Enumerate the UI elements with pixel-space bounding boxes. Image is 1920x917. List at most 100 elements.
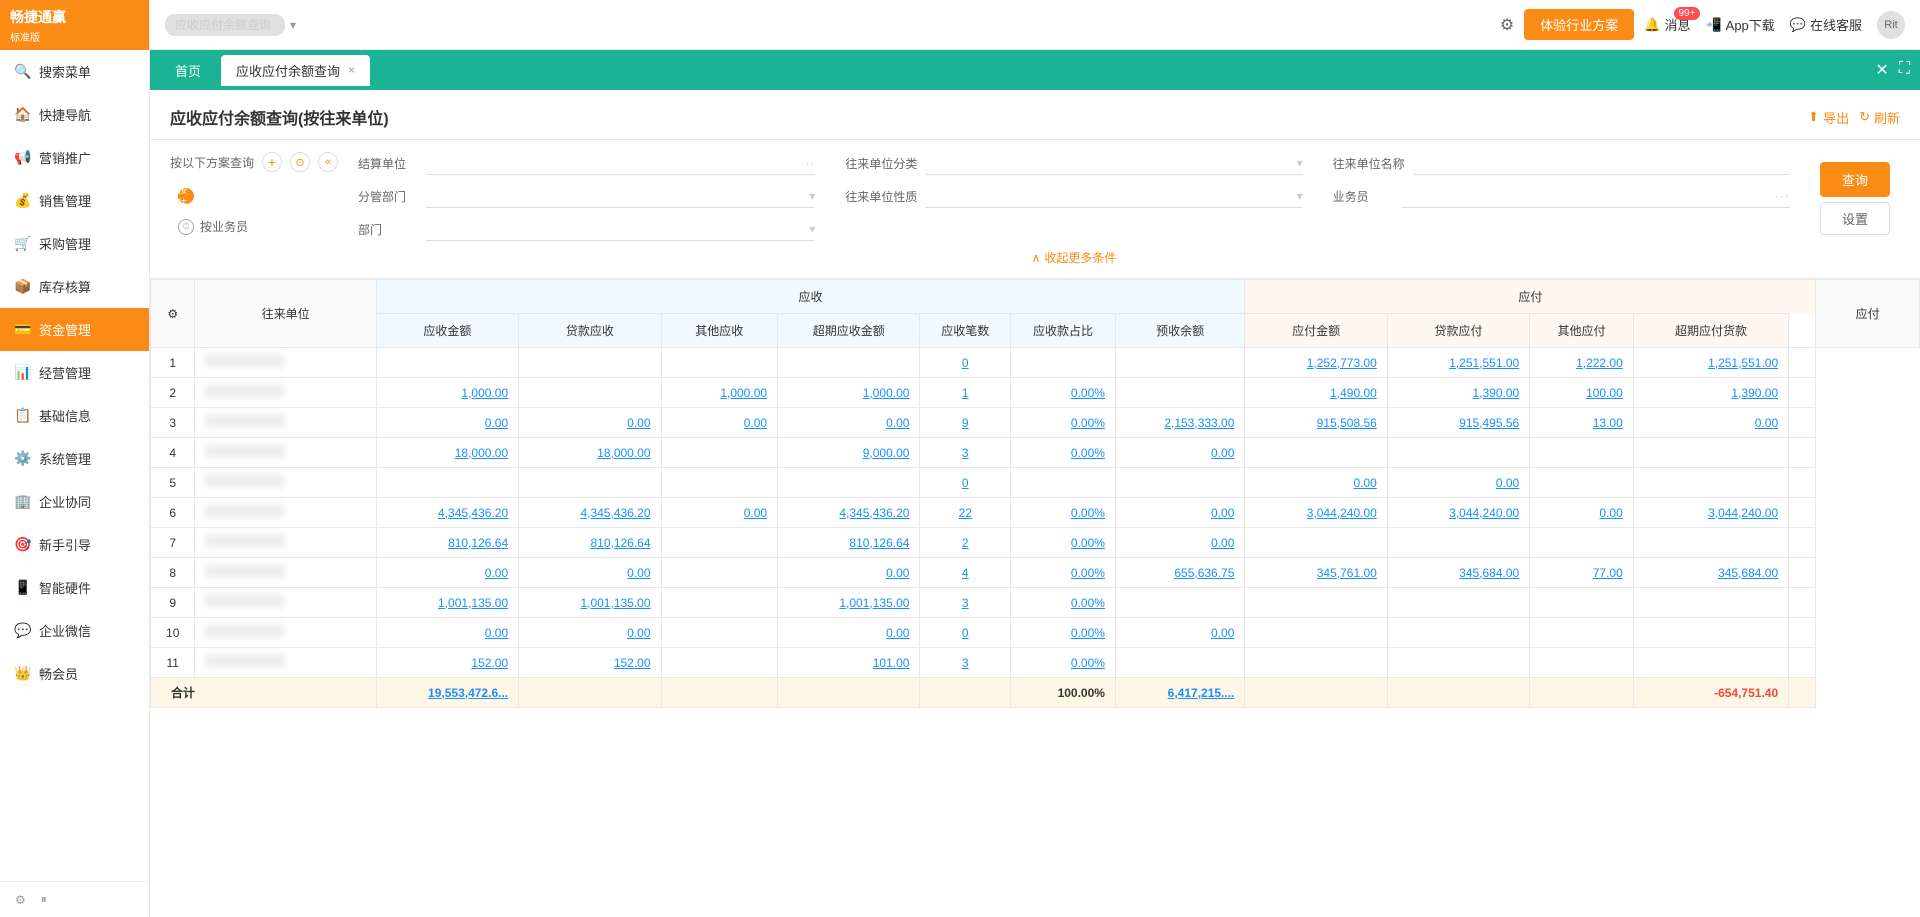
partner-nature-arrow: ▾ [1297,189,1303,203]
cell-ap_other [1530,438,1634,468]
enterprise-wx-icon: 💬 [15,623,31,639]
th-ap-amount: 应付金额 [1245,314,1387,348]
close-window-icon[interactable]: ✕ [1875,60,1888,80]
export-button[interactable]: ⬆ 导出 [1808,108,1849,127]
sidebar-item-enterprise[interactable]: 🏢 企业协同 [0,480,149,523]
pause-icon[interactable]: ⏸ [41,892,47,907]
partner-name-cell [195,618,376,648]
tab-close-icon[interactable]: × [348,63,355,77]
th-group-ar: 应收 [376,280,1245,314]
row-number: 7 [151,528,195,558]
partner-name-cell [195,378,376,408]
partner-name-cell [195,408,376,438]
cell-ar_ratio: 0.00% [1011,528,1116,558]
topbar-settings-icon[interactable]: ⚙ [1500,15,1514,35]
settings-button[interactable]: 设置 [1820,202,1890,235]
filter-settings-button[interactable]: ⊙ [290,152,310,172]
cell-ap_loan: 0.00 [1387,468,1529,498]
main-area: 应收应付余额查询 ▾ ⚙ 体验行业方案 🔔 消息 99+ 📲 App下载 💬 在… [150,0,1920,917]
sidebar-item-finance[interactable]: 💳 资金管理 [0,308,149,351]
settings-gear-icon[interactable]: ⚙ [15,893,26,907]
online-service-button[interactable]: 💬 在线客服 [1790,15,1862,34]
partner-name-input[interactable] [1413,152,1790,175]
query-button[interactable]: 查询 [1820,162,1890,197]
cell-ar_other [661,558,778,588]
cell-ar_amount [376,348,518,378]
inventory-icon: 📦 [15,279,31,295]
cell-ap_amount [1245,648,1387,678]
expand-window-icon[interactable]: ⛶ [1899,60,1910,80]
sidebar-item-search-menu[interactable]: 🔍 搜索菜单 [0,50,149,93]
filter-add-button[interactable]: + [262,152,282,172]
settlement-unit-label: 结算单位 [358,155,418,172]
system-icon: ⚙️ [15,451,31,467]
cell-ap_overdue [1633,438,1788,468]
filter-partner-name: 往来单位名称 [1333,152,1790,175]
cell-ap_other: 13.00 [1530,408,1634,438]
sidebar-item-inventory[interactable]: 📦 库存核算 [0,265,149,308]
tab-ar-ap-query[interactable]: 应收应付余额查询 × [221,55,370,86]
cell-ar_overdue: 4,345,436.20 [778,498,920,528]
sidebar-item-label: 新手引导 [39,535,91,554]
cell-ar_ratio [1011,468,1116,498]
promo-button[interactable]: 体验行业方案 [1524,9,1634,40]
collapse-filter-button[interactable]: ∧ 收起更多条件 [358,249,1790,266]
page-header-actions: ⬆ 导出 ↻ 刷新 [1808,108,1900,127]
sidebar-item-member[interactable]: 👑 畅会员 [0,652,149,695]
sidebar-item-label: 企业协同 [39,492,91,511]
scheme-icon-by-partner: 按往 [178,188,194,204]
th-settings[interactable]: ⚙ [151,280,195,348]
cell-ap_overdue [1633,468,1788,498]
cell-ap_amount: 915,508.56 [1245,408,1387,438]
app-icon: 📲 [1705,17,1721,33]
topbar-right: 🔔 消息 99+ 📲 App下载 💬 在线客服 Rit [1644,11,1905,39]
cell-ar_ratio: 0.00% [1011,618,1116,648]
cell-ar_amount [376,468,518,498]
scheme-item-by-partner[interactable]: 按往 [170,182,338,210]
search-icon: 🔍 [15,64,31,80]
sidebar-item-enterprise-wx[interactable]: 💬 企业微信 [0,609,149,652]
cell-ap_loan: 3,044,240.00 [1387,498,1529,528]
sidebar-item-smart-hw[interactable]: 📱 智能硬件 [0,566,149,609]
cell-ar_amount: 1,000.00 [376,378,518,408]
table-row: 11152.00152.00101.0030.00% [151,648,1920,678]
sidebar-item-purchase[interactable]: 🛒 采购管理 [0,222,149,265]
cell-ap_overdue: 1,390.00 [1633,378,1788,408]
sidebar-item-sales[interactable]: 💰 销售管理 [0,179,149,222]
user-avatar[interactable]: Rit [1877,11,1905,39]
cell-ap-cont [1789,648,1816,678]
app-download-button[interactable]: 📲 App下载 [1705,15,1774,34]
sidebar-item-marketing[interactable]: 📢 营销推广 [0,136,149,179]
filter-collapse-button[interactable]: « [318,152,338,172]
cell-ar_other: 0.00 [661,408,778,438]
cell-ar_ratio: 0.00% [1011,648,1116,678]
scheme-item-by-salesperson[interactable]: ⏱ 按业务员 [170,214,338,239]
messages-button[interactable]: 🔔 消息 99+ [1644,15,1690,34]
sidebar-item-label: 基础信息 [39,406,91,425]
service-label: 在线客服 [1810,15,1862,34]
cell-ar_prepay: 0.00 [1115,618,1244,648]
cell-ap_loan: 345,684.00 [1387,558,1529,588]
cell-ar_amount: 810,126.64 [376,528,518,558]
cell-ar_count: 3 [920,438,1011,468]
refresh-button[interactable]: ↻ 刷新 [1859,108,1900,127]
tab-home[interactable]: 首页 [160,55,216,86]
row-number: 4 [151,438,195,468]
sidebar-item-system[interactable]: ⚙️ 系统管理 [0,437,149,480]
breadcrumb-arrow-icon: ▾ [290,18,296,32]
sidebar: 畅捷通赢 标准版 🔍 搜索菜单 🏠 快捷导航 📢 营销推广 💰 销售管理 🛒 采… [0,0,150,917]
sidebar-item-label: 销售管理 [39,191,91,210]
cell-ap_loan [1387,588,1529,618]
cell-ap_overdue [1633,648,1788,678]
sidebar-item-label: 经营管理 [39,363,91,382]
operations-icon: 📊 [15,365,31,381]
sidebar-item-operations[interactable]: 📊 经营管理 [0,351,149,394]
sidebar-item-basic-info[interactable]: 📋 基础信息 [0,394,149,437]
refresh-icon: ↻ [1859,109,1870,125]
sidebar-item-quick-nav[interactable]: 🏠 快捷导航 [0,93,149,136]
partner-name-cell [195,498,376,528]
purchase-icon: 🛒 [15,236,31,252]
export-label: 导出 [1823,108,1849,127]
sidebar-item-guide[interactable]: 🎯 新手引导 [0,523,149,566]
cell-ar_prepay: 2,153,333.00 [1115,408,1244,438]
